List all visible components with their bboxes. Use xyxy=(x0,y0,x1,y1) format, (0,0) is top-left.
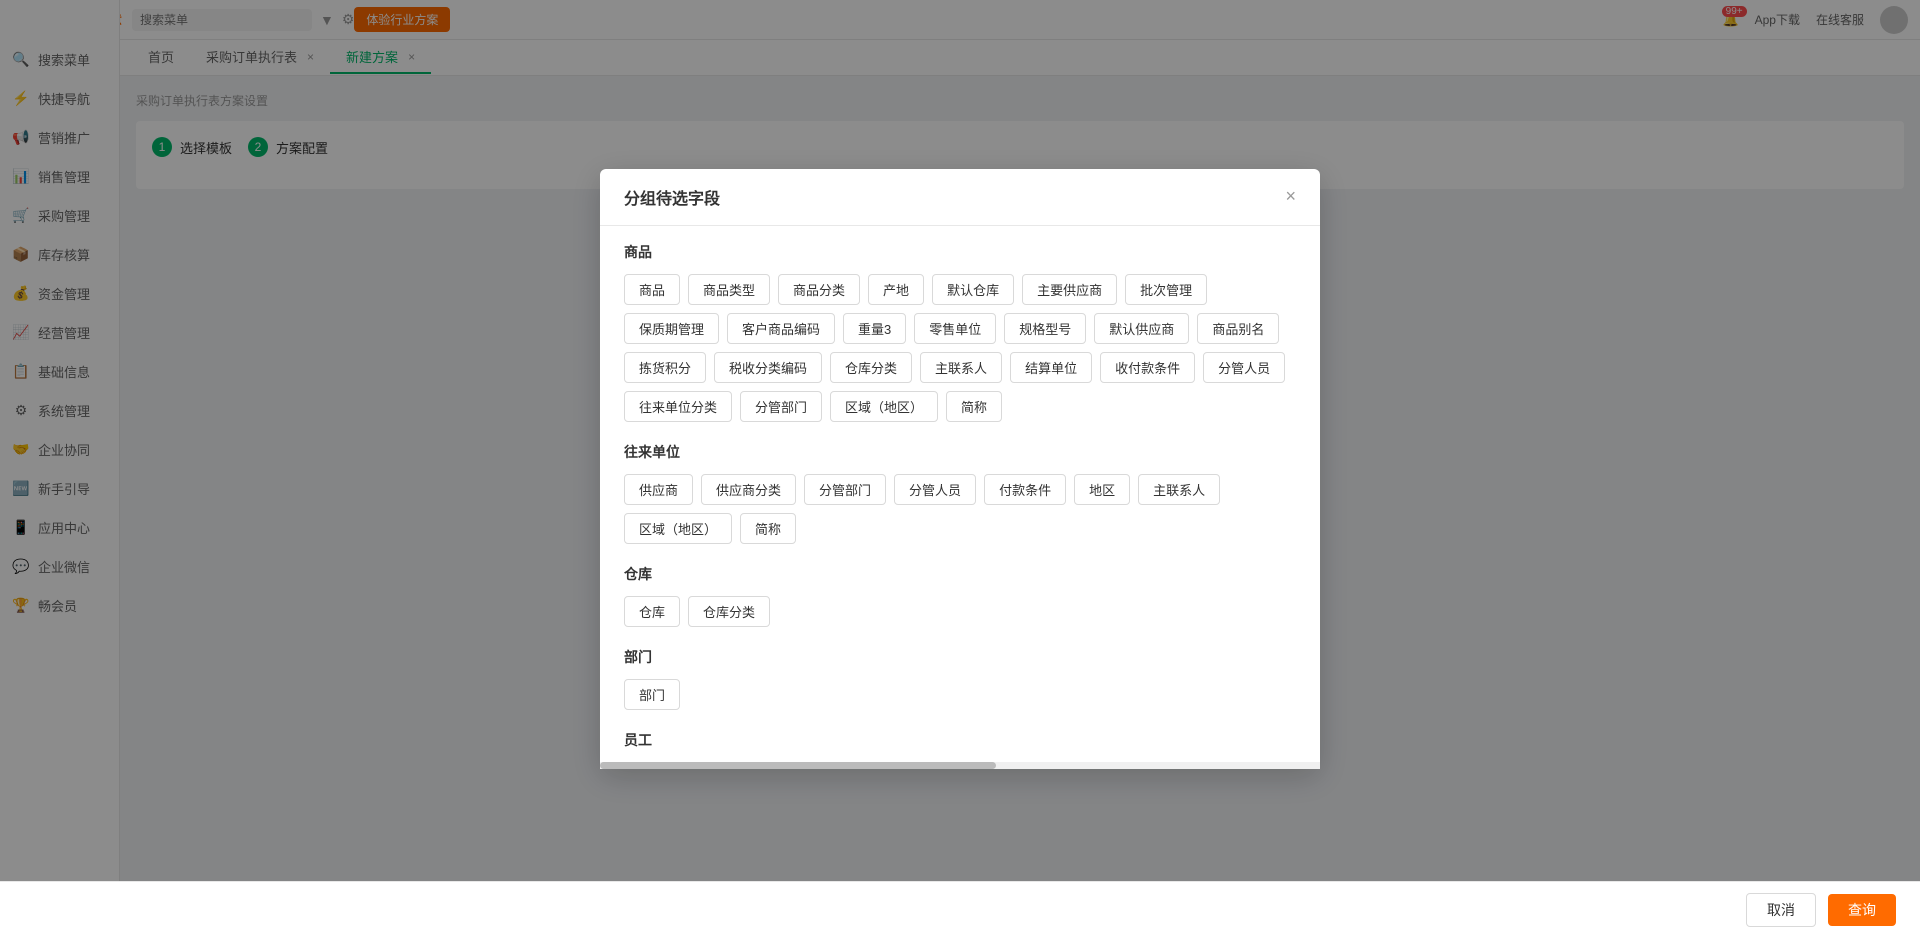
section-product-title: 商品 xyxy=(624,242,1296,262)
section-warehouse: 仓库 仓库 仓库分类 xyxy=(624,564,1296,627)
field-tag-warehouse-category[interactable]: 仓库分类 xyxy=(688,596,770,627)
field-tag-main-contact[interactable]: 主联系人 xyxy=(920,352,1002,383)
section-staff: 员工 业务员 xyxy=(624,730,1296,763)
field-tag-dept[interactable]: 部门 xyxy=(624,679,680,710)
field-select-modal: 分组待选字段 × 商品 商品 商品类型 商品分类 产地 默认仓库 主要供应商 批… xyxy=(600,169,1320,769)
field-tag-region[interactable]: 区域（地区） xyxy=(830,391,938,422)
product-field-tags: 商品 商品类型 商品分类 产地 默认仓库 主要供应商 批次管理 保质期管理 客户… xyxy=(624,274,1296,422)
field-tag-warehouse-cat[interactable]: 仓库分类 xyxy=(830,352,912,383)
field-tag-tax-code[interactable]: 税收分类编码 xyxy=(714,352,822,383)
bottom-bar: 取消 查询 xyxy=(0,881,1920,937)
modal-close-button[interactable]: × xyxy=(1285,186,1296,207)
field-tag-pick-score[interactable]: 拣货积分 xyxy=(624,352,706,383)
field-tag-short2[interactable]: 简称 xyxy=(740,513,796,544)
section-counterpart-title: 往来单位 xyxy=(624,442,1296,462)
field-tag-product-category[interactable]: 商品分类 xyxy=(778,274,860,305)
modal-body[interactable]: 商品 商品 商品类型 商品分类 产地 默认仓库 主要供应商 批次管理 保质期管理… xyxy=(600,226,1320,763)
field-tag-pay-terms[interactable]: 付款条件 xyxy=(984,474,1066,505)
field-tag-default-warehouse[interactable]: 默认仓库 xyxy=(932,274,1014,305)
field-tag-settlement-unit[interactable]: 结算单位 xyxy=(1010,352,1092,383)
field-tag-product-type[interactable]: 商品类型 xyxy=(688,274,770,305)
section-counterpart: 往来单位 供应商 供应商分类 分管部门 分管人员 付款条件 地区 主联系人 区域… xyxy=(624,442,1296,544)
section-staff-title: 员工 xyxy=(624,730,1296,750)
field-tag-dept-in-charge[interactable]: 分管部门 xyxy=(740,391,822,422)
section-product: 商品 商品 商品类型 商品分类 产地 默认仓库 主要供应商 批次管理 保质期管理… xyxy=(624,242,1296,422)
modal-header: 分组待选字段 × xyxy=(600,169,1320,226)
field-tag-short-name[interactable]: 简称 xyxy=(946,391,1002,422)
counterpart-field-tags: 供应商 供应商分类 分管部门 分管人员 付款条件 地区 主联系人 区域（地区） … xyxy=(624,474,1296,544)
field-tag-expiry-mgmt[interactable]: 保质期管理 xyxy=(624,313,719,344)
field-tag-payment-terms[interactable]: 收付款条件 xyxy=(1100,352,1195,383)
field-tag-person-in-charge[interactable]: 分管人员 xyxy=(1203,352,1285,383)
field-tag-product[interactable]: 商品 xyxy=(624,274,680,305)
field-tag-weight3[interactable]: 重量3 xyxy=(843,313,906,344)
cancel-button[interactable]: 取消 xyxy=(1746,893,1816,927)
section-dept-title: 部门 xyxy=(624,647,1296,667)
modal-title: 分组待选字段 xyxy=(624,185,720,209)
field-tag-person-charge2[interactable]: 分管人员 xyxy=(894,474,976,505)
field-tag-main-supplier[interactable]: 主要供应商 xyxy=(1022,274,1117,305)
field-tag-product-alias[interactable]: 商品别名 xyxy=(1197,313,1279,344)
field-tag-counterpart-cat[interactable]: 往来单位分类 xyxy=(624,391,732,422)
field-tag-main-contact2[interactable]: 主联系人 xyxy=(1138,474,1220,505)
field-tag-default-supplier[interactable]: 默认供应商 xyxy=(1094,313,1189,344)
warehouse-field-tags: 仓库 仓库分类 xyxy=(624,596,1296,627)
field-tag-origin[interactable]: 产地 xyxy=(868,274,924,305)
field-tag-customer-sku[interactable]: 客户商品编码 xyxy=(727,313,835,344)
field-tag-batch-mgmt[interactable]: 批次管理 xyxy=(1125,274,1207,305)
field-tag-supplier-cat[interactable]: 供应商分类 xyxy=(701,474,796,505)
field-tag-supplier[interactable]: 供应商 xyxy=(624,474,693,505)
field-tag-region2[interactable]: 区域（地区） xyxy=(624,513,732,544)
field-tag-retail-unit[interactable]: 零售单位 xyxy=(914,313,996,344)
section-dept: 部门 部门 xyxy=(624,647,1296,710)
field-tag-area[interactable]: 地区 xyxy=(1074,474,1130,505)
confirm-button[interactable]: 查询 xyxy=(1828,894,1896,926)
dept-field-tags: 部门 xyxy=(624,679,1296,710)
field-tag-spec[interactable]: 规格型号 xyxy=(1004,313,1086,344)
field-tag-warehouse[interactable]: 仓库 xyxy=(624,596,680,627)
scroll-thumb-h xyxy=(600,762,996,768)
section-warehouse-title: 仓库 xyxy=(624,564,1296,584)
modal-scroll-h[interactable] xyxy=(600,762,1320,768)
field-tag-dept-charge2[interactable]: 分管部门 xyxy=(804,474,886,505)
